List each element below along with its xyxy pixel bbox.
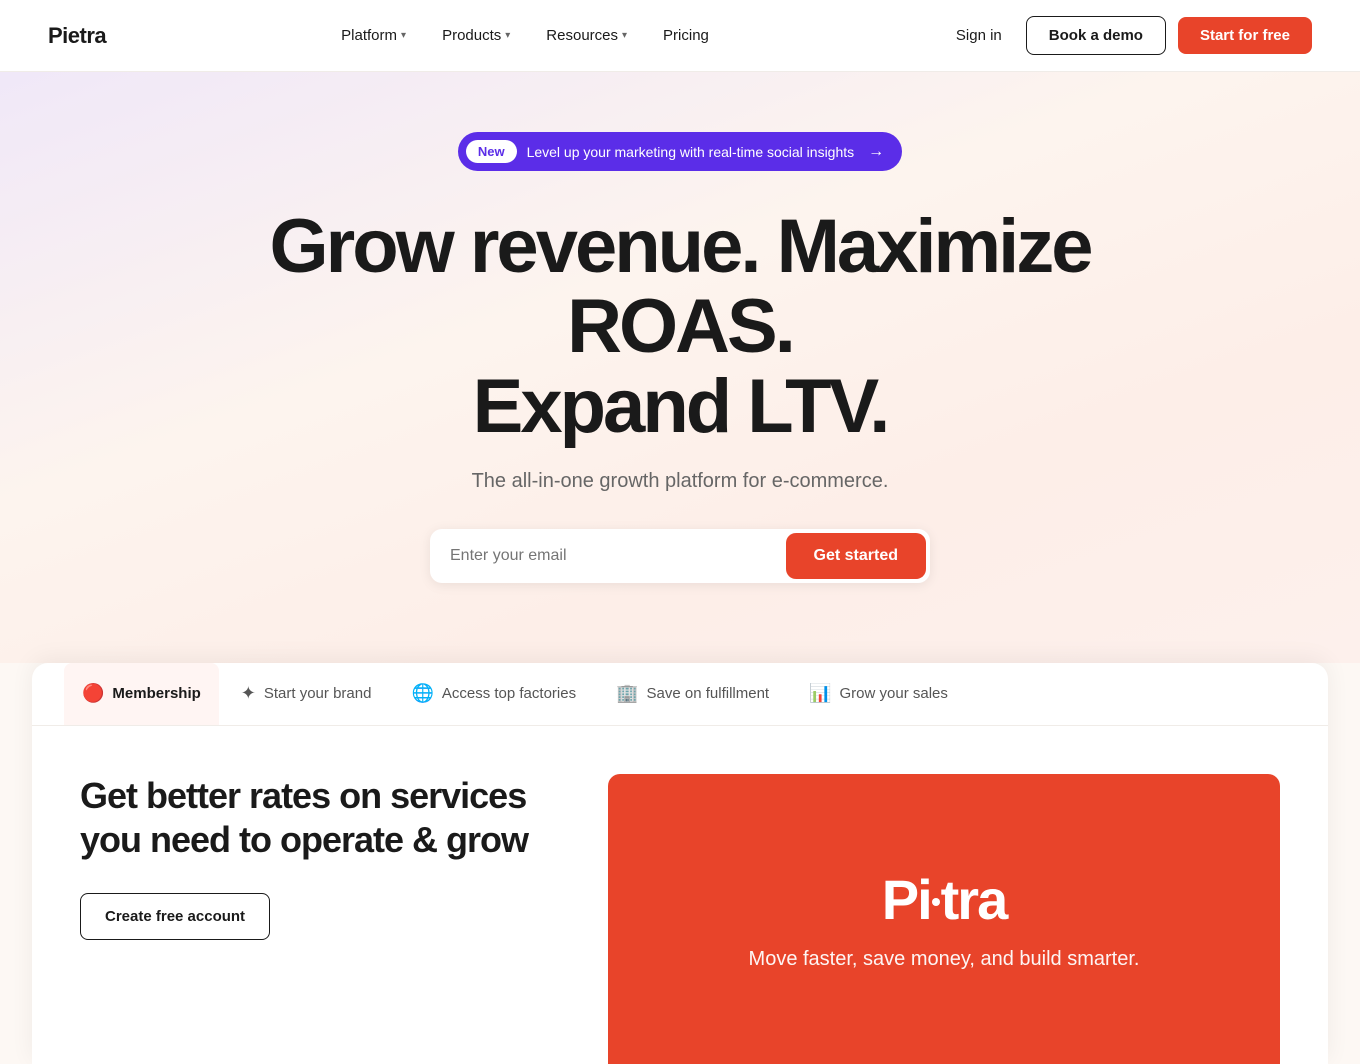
email-input[interactable] [430, 531, 782, 581]
tab-left-panel: Get better rates on services you need to… [80, 774, 560, 939]
globe-icon: 🌐 [411, 683, 433, 704]
arrow-right-icon: → [868, 143, 884, 161]
nav-resources[interactable]: Resources ▾ [532, 19, 641, 52]
logo[interactable]: Pietra [48, 23, 106, 49]
chevron-down-icon: ▾ [622, 30, 627, 41]
badge-text: Level up your marketing with real-time s… [527, 144, 855, 160]
logo-dot [932, 898, 940, 906]
start-free-button[interactable]: Start for free [1178, 17, 1312, 54]
building-icon: 🏢 [616, 683, 638, 704]
create-account-button[interactable]: Create free account [80, 893, 270, 940]
hero-headline: Grow revenue. Maximize ROAS. Expand LTV. [230, 207, 1130, 446]
chart-icon: 📊 [809, 683, 831, 704]
membership-title: Get better rates on services you need to… [80, 774, 560, 860]
tab-membership[interactable]: 🔴 Membership [64, 663, 219, 726]
get-started-button[interactable]: Get started [786, 533, 926, 579]
nav-products[interactable]: Products ▾ [428, 19, 524, 52]
nav-pricing[interactable]: Pricing [649, 19, 723, 52]
membership-icon: 🔴 [82, 683, 104, 704]
card-logo: Pitra [882, 867, 1007, 932]
chevron-down-icon: ▾ [401, 30, 406, 41]
tabs-bar: 🔴 Membership ✦ Start your brand 🌐 Access… [32, 663, 1328, 726]
tab-start-brand[interactable]: ✦ Start your brand [223, 663, 390, 726]
hero-subtext: The all-in-one growth platform for e-com… [48, 470, 1312, 493]
tab-grow-sales[interactable]: 📊 Grow your sales [791, 663, 966, 726]
book-demo-button[interactable]: Book a demo [1026, 16, 1166, 55]
tab-fulfillment[interactable]: 🏢 Save on fulfillment [598, 663, 787, 726]
card-tagline: Move faster, save money, and build smart… [749, 948, 1140, 971]
hero-section: New Level up your marketing with real-ti… [0, 72, 1360, 663]
membership-card: Pitra Move faster, save money, and build… [608, 774, 1280, 1064]
sparkle-icon: ✦ [241, 683, 256, 704]
email-cta-form: Get started [430, 529, 930, 583]
hero-badge[interactable]: New Level up your marketing with real-ti… [458, 132, 902, 171]
chevron-down-icon: ▾ [505, 30, 510, 41]
navbar: Pietra Platform ▾ Products ▾ Resources ▾… [0, 0, 1360, 72]
badge-new-label: New [466, 140, 517, 163]
nav-platform[interactable]: Platform ▾ [327, 19, 420, 52]
tab-content-membership: Get better rates on services you need to… [32, 726, 1328, 1064]
features-section: 🔴 Membership ✦ Start your brand 🌐 Access… [32, 663, 1328, 1064]
nav-actions: Sign in Book a demo Start for free [944, 16, 1312, 55]
tab-factories[interactable]: 🌐 Access top factories [393, 663, 594, 726]
signin-button[interactable]: Sign in [944, 19, 1014, 52]
nav-links: Platform ▾ Products ▾ Resources ▾ Pricin… [327, 19, 723, 52]
